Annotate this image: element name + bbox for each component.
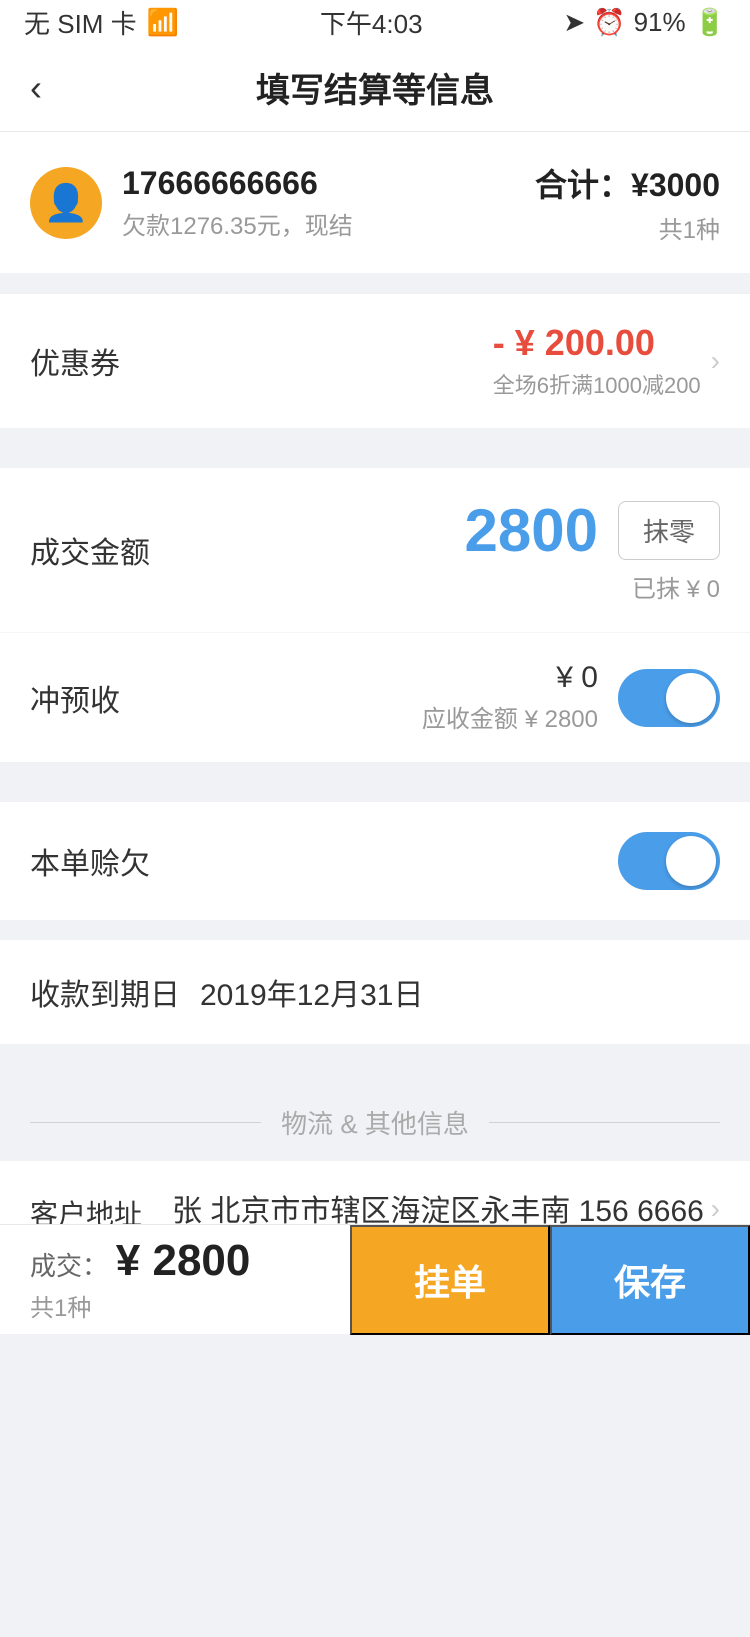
status-right: ➤ ⏰ 91% 🔋 — [563, 7, 726, 38]
total-value: ¥3000 — [631, 167, 720, 203]
amount-section: 成交金额 2800 抹零 已抹 ¥ 0 冲预收 ¥ 0 应收金额 ¥ 2800 — [0, 468, 750, 762]
due-date-label: 收款到期日 — [30, 970, 180, 1014]
coupon-label: 优惠券 — [30, 339, 120, 383]
total-label: 合计： — [535, 167, 631, 203]
bottom-amount: ¥ 2800 — [116, 1236, 251, 1285]
battery-icon: 🔋 — [694, 7, 726, 38]
section-divider-1 — [0, 448, 750, 468]
logistics-divider: 物流 & 其他信息 — [0, 1084, 750, 1161]
address-chevron-icon: › — [711, 1193, 720, 1225]
pending-button[interactable]: 挂单 — [350, 1225, 550, 1335]
deal-amount-right: 2800 抹零 已抹 ¥ 0 — [465, 496, 721, 604]
due-date-value: 2019年12月31日 — [200, 970, 423, 1014]
bottom-count: 共1种 — [30, 1288, 320, 1323]
page-title: 填写结算等信息 — [256, 63, 494, 112]
debt-row: 本单赊欠 — [0, 802, 750, 920]
deal-amount-sub: 已抹 ¥ 0 — [465, 569, 721, 604]
bottom-bar: 成交： ¥ 2800 共1种 挂单 保存 — [0, 1224, 750, 1334]
prepay-value: ¥ 0 — [422, 661, 598, 695]
time-display: 下午4:03 — [320, 4, 423, 41]
user-info: 17666666666 欠款1276.35元，现结 — [122, 165, 353, 241]
alarm-icon: ⏰ — [593, 7, 625, 38]
prepay-row: 冲预收 ¥ 0 应收金额 ¥ 2800 — [0, 633, 750, 762]
coupon-info: - ¥ 200.00 全场6折满1000减200 — [493, 322, 701, 400]
coupon-desc: 全场6折满1000减200 — [493, 368, 701, 400]
save-button[interactable]: 保存 — [550, 1225, 750, 1335]
battery-text: 91% — [634, 7, 686, 38]
logistics-label: 物流 & 其他信息 — [281, 1104, 469, 1141]
deal-amount-value: 2800 — [465, 496, 598, 565]
sim-label: 无 SIM 卡 — [24, 4, 137, 41]
location-icon: ➤ — [563, 7, 585, 38]
divider-line-left — [30, 1122, 261, 1123]
user-phone: 17666666666 — [122, 165, 353, 202]
back-button[interactable]: ‹ — [30, 57, 52, 119]
coupon-chevron-icon: › — [711, 345, 720, 377]
spacer — [0, 1327, 750, 1527]
status-left: 无 SIM 卡 📶 — [24, 4, 179, 41]
amount-value-group: 2800 抹零 — [465, 496, 721, 565]
avatar: 👤 — [30, 167, 102, 239]
avatar-icon: 👤 — [44, 182, 89, 224]
debt-toggle[interactable] — [618, 832, 720, 890]
prepay-toggle[interactable] — [618, 669, 720, 727]
status-bar: 无 SIM 卡 📶 下午4:03 ➤ ⏰ 91% 🔋 — [0, 0, 750, 44]
divider-line-right — [489, 1122, 720, 1123]
nav-bar: ‹ 填写结算等信息 — [0, 44, 750, 132]
deal-amount-label: 成交金额 — [30, 528, 150, 572]
prepay-right: ¥ 0 应收金额 ¥ 2800 — [422, 661, 720, 734]
coupon-right: - ¥ 200.00 全场6折满1000减200 › — [493, 322, 720, 400]
round-zero-button[interactable]: 抹零 — [618, 501, 720, 560]
coupon-row[interactable]: 优惠券 - ¥ 200.00 全场6折满1000减200 › — [0, 293, 750, 428]
section-divider-2 — [0, 782, 750, 802]
total-amount: 合计：¥3000 — [535, 160, 720, 206]
bottom-deal-row: 成交： ¥ 2800 — [30, 1236, 320, 1286]
debt-label: 本单赊欠 — [30, 839, 150, 883]
section-divider-3 — [0, 1064, 750, 1084]
user-info-row: 👤 17666666666 欠款1276.35元，现结 合计：¥3000 共1种 — [0, 132, 750, 273]
bottom-deal-label: 成交： — [30, 1251, 108, 1281]
deal-amount-row: 成交金额 2800 抹零 已抹 ¥ 0 — [0, 468, 750, 633]
wifi-icon: 📶 — [147, 7, 179, 38]
prepay-amounts: ¥ 0 应收金额 ¥ 2800 — [422, 661, 598, 734]
due-date-row: 收款到期日 2019年12月31日 — [0, 940, 750, 1044]
total-count: 共1种 — [535, 210, 720, 245]
user-right: 合计：¥3000 共1种 — [535, 160, 720, 245]
user-left: 👤 17666666666 欠款1276.35元，现结 — [30, 165, 353, 241]
bottom-summary: 成交： ¥ 2800 共1种 — [0, 1236, 350, 1323]
user-debt: 欠款1276.35元，现结 — [122, 206, 353, 241]
coupon-amount: - ¥ 200.00 — [493, 322, 701, 364]
prepay-sub: 应收金额 ¥ 2800 — [422, 699, 598, 734]
prepay-label: 冲预收 — [30, 676, 120, 720]
